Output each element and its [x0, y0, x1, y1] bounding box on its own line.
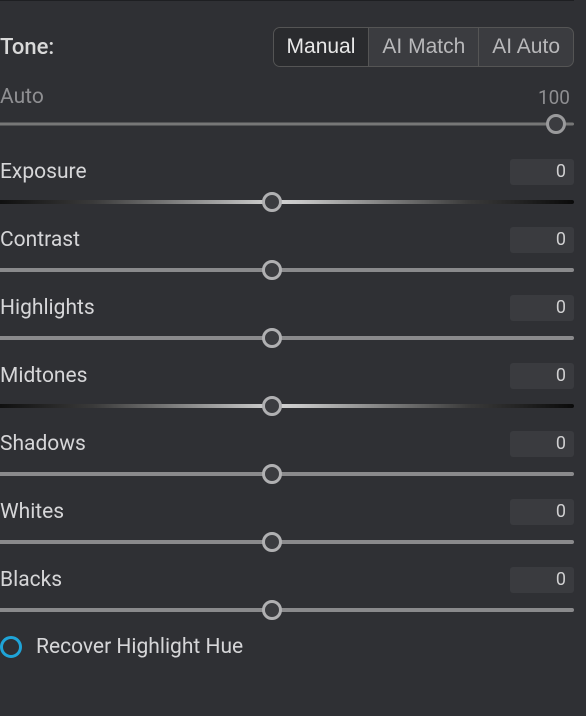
slider-label-highlights: Highlights	[0, 296, 95, 320]
slider-highlights[interactable]	[0, 331, 574, 345]
slider-shadows[interactable]	[0, 467, 574, 481]
slider-head: Whites 0	[0, 499, 574, 525]
slider-thumb[interactable]	[262, 260, 282, 280]
slider-track	[0, 336, 574, 340]
recover-highlight-hue-label: Recover Highlight Hue	[36, 635, 243, 659]
slider-contrast[interactable]	[0, 263, 574, 277]
slider-head: Midtones 0	[0, 363, 574, 389]
recover-highlight-hue-checkbox[interactable]	[0, 636, 22, 658]
slider-thumb[interactable]	[262, 328, 282, 348]
slider-blacks[interactable]	[0, 603, 574, 617]
slider-head: Exposure 0	[0, 159, 574, 185]
tone-mode-manual[interactable]: Manual	[274, 28, 369, 66]
tone-mode-ai-match[interactable]: AI Match	[368, 28, 478, 66]
slider-row-shadows: Shadows 0	[0, 431, 574, 481]
auto-label: Auto	[0, 85, 44, 109]
slider-track	[0, 540, 574, 544]
auto-slider-thumb[interactable]	[546, 114, 566, 134]
tone-sliders-group: Exposure0Contrast0Highlights0Midtones0Sh…	[0, 159, 574, 617]
slider-head: Blacks 0	[0, 567, 574, 593]
slider-thumb[interactable]	[262, 464, 282, 484]
slider-row-midtones: Midtones 0	[0, 363, 574, 413]
slider-track	[0, 608, 574, 612]
slider-track	[0, 404, 574, 408]
slider-head: Contrast 0	[0, 227, 574, 253]
slider-label-exposure: Exposure	[0, 160, 87, 184]
slider-midtones[interactable]	[0, 399, 574, 413]
slider-label-midtones: Midtones	[0, 364, 88, 388]
tone-label: Tone:	[0, 35, 54, 60]
slider-value-shadows[interactable]: 0	[510, 431, 574, 457]
tone-panel: Tone: Manual AI Match AI Auto Auto 100 E…	[0, 0, 586, 716]
slider-thumb[interactable]	[262, 600, 282, 620]
auto-slider[interactable]	[0, 117, 574, 131]
auto-slider-track	[0, 123, 574, 126]
auto-row: Auto 100	[0, 85, 574, 109]
slider-label-contrast: Contrast	[0, 228, 80, 252]
slider-value-exposure[interactable]: 0	[510, 159, 574, 185]
slider-track	[0, 268, 574, 272]
slider-value-whites[interactable]: 0	[510, 499, 574, 525]
slider-row-exposure: Exposure 0	[0, 159, 574, 209]
slider-track	[0, 472, 574, 476]
slider-head: Shadows 0	[0, 431, 574, 457]
tone-mode-ai-auto[interactable]: AI Auto	[478, 28, 573, 66]
slider-thumb[interactable]	[262, 192, 282, 212]
tone-header-row: Tone: Manual AI Match AI Auto	[0, 27, 574, 67]
slider-row-highlights: Highlights 0	[0, 295, 574, 345]
slider-value-highlights[interactable]: 0	[510, 295, 574, 321]
panel-divider	[0, 0, 574, 7]
slider-row-blacks: Blacks 0	[0, 567, 574, 617]
slider-value-midtones[interactable]: 0	[510, 363, 574, 389]
auto-value: 100	[538, 86, 574, 109]
slider-label-whites: Whites	[0, 500, 64, 524]
slider-track	[0, 200, 574, 204]
slider-label-blacks: Blacks	[0, 568, 62, 592]
slider-value-blacks[interactable]: 0	[510, 567, 574, 593]
recover-highlight-hue-row[interactable]: Recover Highlight Hue	[0, 635, 574, 659]
slider-exposure[interactable]	[0, 195, 574, 209]
slider-row-contrast: Contrast 0	[0, 227, 574, 277]
slider-thumb[interactable]	[262, 396, 282, 416]
slider-head: Highlights 0	[0, 295, 574, 321]
slider-row-whites: Whites 0	[0, 499, 574, 549]
tone-mode-segmented: Manual AI Match AI Auto	[273, 27, 574, 67]
slider-whites[interactable]	[0, 535, 574, 549]
slider-thumb[interactable]	[262, 532, 282, 552]
slider-value-contrast[interactable]: 0	[510, 227, 574, 253]
slider-label-shadows: Shadows	[0, 432, 86, 456]
